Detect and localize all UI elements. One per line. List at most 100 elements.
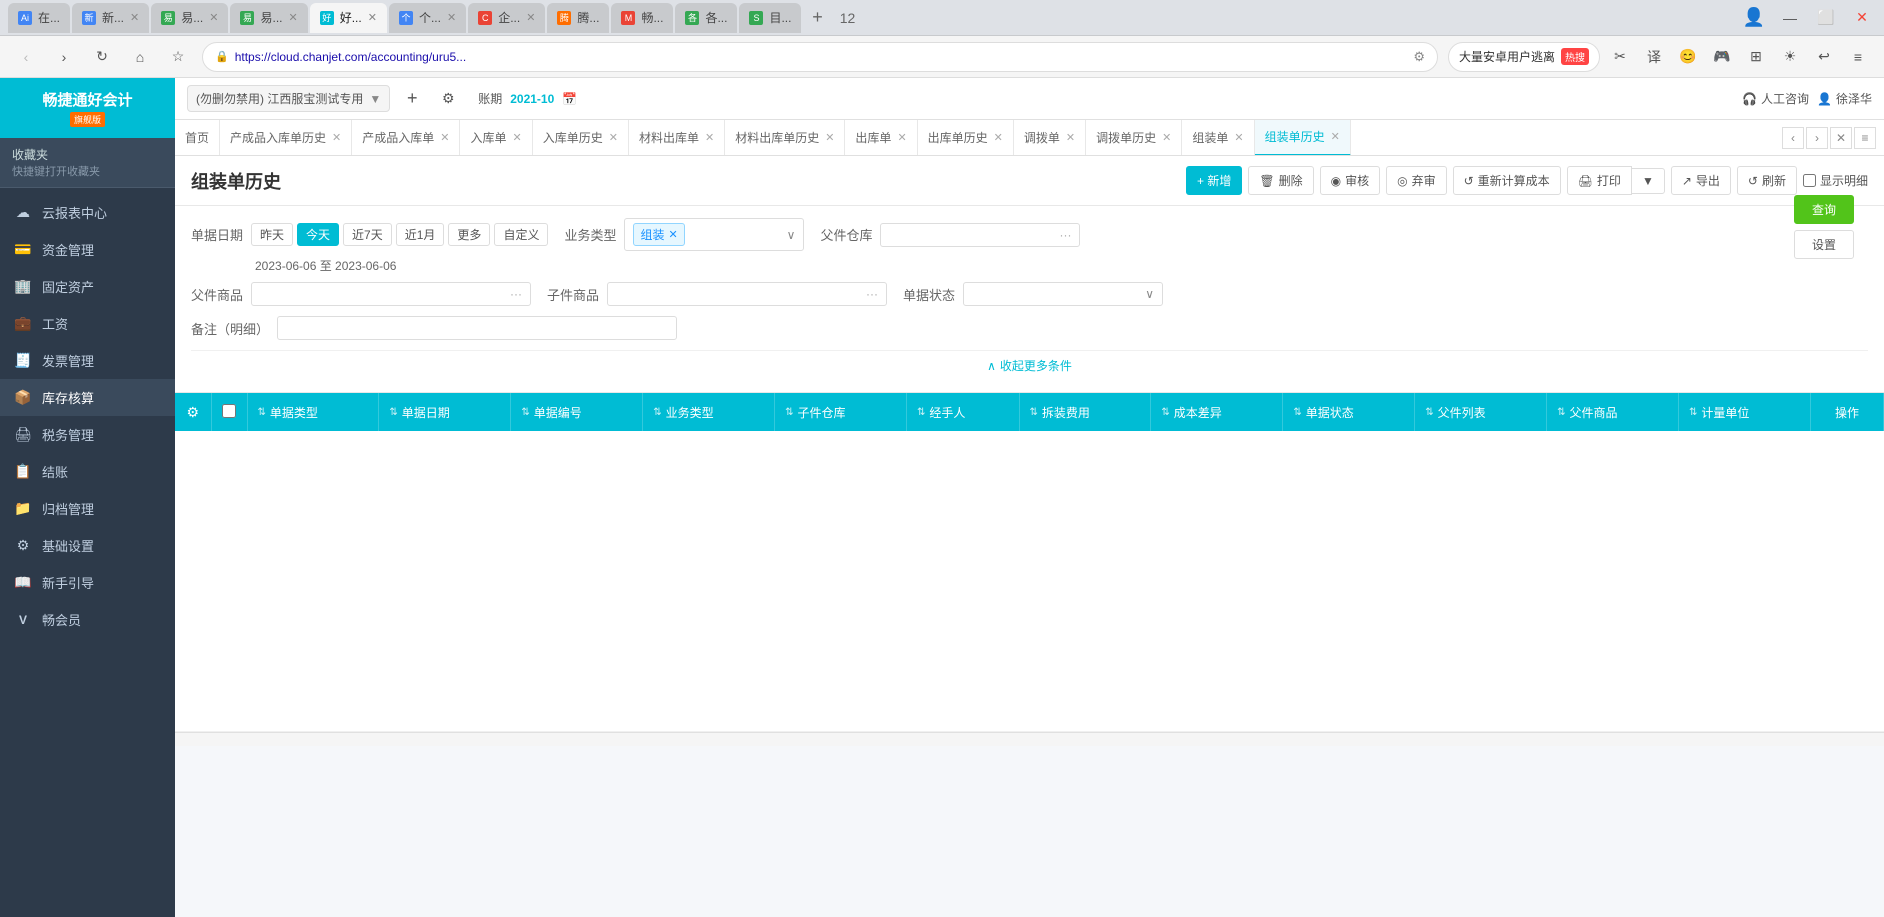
print-dropdown-button[interactable]: ▼: [1631, 168, 1665, 194]
col-cost-diff[interactable]: ⇅ 成本差异: [1151, 393, 1283, 431]
sidebar-favorites[interactable]: 收藏夹 快捷键打开收藏夹: [0, 138, 175, 188]
select-all-checkbox[interactable]: [222, 404, 236, 418]
page-tab-close-12[interactable]: ✕: [1331, 130, 1340, 143]
page-tab-close-3[interactable]: ✕: [513, 131, 522, 144]
company-selector[interactable]: (勿删勿禁用) 江西服宝测试专用 ▼: [187, 85, 390, 112]
tab-close-2[interactable]: ✕: [130, 11, 139, 24]
shortcut-yesterday[interactable]: 昨天: [251, 223, 293, 246]
new-tab-button[interactable]: +: [803, 4, 831, 32]
col-doc-status[interactable]: ⇅ 单据状态: [1283, 393, 1415, 431]
browser-tab-6[interactable]: 个 个... ✕: [389, 3, 466, 33]
add-company-button[interactable]: +: [398, 85, 426, 113]
calendar-icon[interactable]: 📅: [562, 92, 577, 106]
parent-warehouse-select[interactable]: ···: [880, 223, 1080, 247]
parent-goods-select[interactable]: ···: [251, 282, 531, 306]
page-tab-close-5[interactable]: ✕: [705, 131, 714, 144]
child-goods-select[interactable]: ···: [607, 282, 887, 306]
page-tab-close-2[interactable]: ✕: [440, 131, 449, 144]
doc-status-select[interactable]: ∨: [963, 282, 1163, 306]
service-button[interactable]: 🎧 人工咨询: [1742, 90, 1809, 107]
page-tab-close-10[interactable]: ✕: [1162, 131, 1171, 144]
sidebar-item-inventory[interactable]: 📦 库存核算: [0, 379, 175, 416]
page-tab-9[interactable]: 调拨单 ✕: [1014, 120, 1086, 156]
page-tab-close-1[interactable]: ✕: [332, 131, 341, 144]
sidebar-item-member[interactable]: V 畅会员: [0, 601, 175, 638]
tab-scroll-right[interactable]: ›: [1806, 127, 1828, 149]
col-checkbox[interactable]: [211, 393, 247, 431]
recalc-button[interactable]: ↺ 重新计算成本: [1453, 166, 1561, 195]
tab-close-3[interactable]: ✕: [209, 11, 218, 24]
address-dropdown[interactable]: ⚙: [1413, 49, 1425, 65]
approve-button[interactable]: ◉ 审核: [1320, 166, 1381, 195]
export-button[interactable]: ↗ 导出: [1671, 166, 1731, 195]
browser-tab-8[interactable]: 腾 腾...: [547, 3, 609, 33]
shortcut-custom[interactable]: 自定义: [494, 223, 548, 246]
page-tab-1[interactable]: 产成品入库单历史 ✕: [220, 120, 352, 156]
collapse-button[interactable]: ∧ 收起更多条件: [987, 357, 1072, 374]
browser-search[interactable]: 大量安卓用户逃离 热搜: [1448, 42, 1600, 72]
page-tab-6[interactable]: 材料出库单历史 ✕: [725, 120, 845, 156]
shortcut-1month[interactable]: 近1月: [396, 223, 445, 246]
page-tab-close-7[interactable]: ✕: [897, 131, 906, 144]
shortcut-today[interactable]: 今天: [297, 223, 339, 246]
shortcut-7days[interactable]: 近7天: [343, 223, 392, 246]
sun-icon[interactable]: ☀: [1776, 43, 1804, 71]
tab-close-5[interactable]: ✕: [368, 11, 377, 24]
browser-tab-2[interactable]: 新 新... ✕: [72, 3, 149, 33]
col-unit[interactable]: ⇅ 计量单位: [1679, 393, 1811, 431]
close-button[interactable]: ✕: [1848, 4, 1876, 32]
child-goods-more[interactable]: ···: [866, 287, 878, 301]
page-tab-close-9[interactable]: ✕: [1066, 131, 1075, 144]
page-tab-5[interactable]: 材料出库单 ✕: [629, 120, 725, 156]
print-button[interactable]: 🖨 打印: [1567, 166, 1632, 195]
undo-icon[interactable]: ↩: [1810, 43, 1838, 71]
parent-warehouse-more[interactable]: ···: [1059, 228, 1071, 242]
sidebar-item-invoice[interactable]: 🧾 发票管理: [0, 342, 175, 379]
sidebar-item-fixed-assets[interactable]: 🏢 固定资产: [0, 268, 175, 305]
page-tab-3[interactable]: 入库单 ✕: [460, 120, 532, 156]
page-tab-close-8[interactable]: ✕: [994, 131, 1003, 144]
notes-input[interactable]: [277, 316, 677, 340]
delete-button[interactable]: 🗑 删除: [1248, 166, 1313, 195]
browser-tab-1[interactable]: Ai 在...: [8, 3, 70, 33]
game-icon[interactable]: 🎮: [1708, 43, 1736, 71]
emoji-icon[interactable]: 😊: [1674, 43, 1702, 71]
settings-icon[interactable]: ⚙: [434, 85, 462, 113]
menu-icon[interactable]: ≡: [1844, 43, 1872, 71]
tab-close-7[interactable]: ✕: [526, 11, 535, 24]
tab-more[interactable]: ≡: [1854, 127, 1876, 149]
tab-close-4[interactable]: ✕: [289, 11, 298, 24]
browser-tab-3[interactable]: 易 易... ✕: [151, 3, 228, 33]
page-tab-4[interactable]: 入库单历史 ✕: [533, 120, 629, 156]
filter-settings-button[interactable]: 设置: [1794, 230, 1854, 259]
grid-icon[interactable]: ⊞: [1742, 43, 1770, 71]
refresh-button[interactable]: ↺ 刷新: [1737, 166, 1797, 195]
browser-tab-10[interactable]: 各 各...: [675, 3, 737, 33]
browser-tab-9[interactable]: M 畅...: [611, 3, 673, 33]
page-tab-close-4[interactable]: ✕: [609, 131, 618, 144]
sidebar-item-settlement[interactable]: 📋 结账: [0, 453, 175, 490]
col-disassembly-fee[interactable]: ⇅ 拆装费用: [1019, 393, 1151, 431]
forward-button[interactable]: ›: [50, 43, 78, 71]
browser-tab-11[interactable]: S 目...: [739, 3, 801, 33]
scissors-icon[interactable]: ✂: [1606, 43, 1634, 71]
col-doc-date[interactable]: ⇅ 单据日期: [379, 393, 511, 431]
page-tab-10[interactable]: 调拨单历史 ✕: [1086, 120, 1182, 156]
page-tab-close-11[interactable]: ✕: [1234, 131, 1243, 144]
back-button[interactable]: ‹: [12, 43, 40, 71]
col-parent-list[interactable]: ⇅ 父件列表: [1415, 393, 1547, 431]
user-profile[interactable]: 👤 徐泽华: [1817, 90, 1872, 107]
display-detail-checkbox[interactable]: 显示明细: [1803, 172, 1868, 189]
sidebar-item-cloud-report[interactable]: ☁ 云报表中心: [0, 194, 175, 231]
tab-scroll-left[interactable]: ‹: [1782, 127, 1804, 149]
col-parent-goods[interactable]: ⇅ 父件商品: [1547, 393, 1679, 431]
profile-icon[interactable]: 👤: [1740, 4, 1768, 32]
browser-tab-4[interactable]: 易 易... ✕: [230, 3, 307, 33]
page-tab-7[interactable]: 出库单 ✕: [845, 120, 917, 156]
tab-close-6[interactable]: ✕: [447, 11, 456, 24]
col-handler[interactable]: ⇅ 经手人: [907, 393, 1019, 431]
refresh-nav-button[interactable]: ↻: [88, 43, 116, 71]
page-tab-8[interactable]: 出库单历史 ✕: [918, 120, 1014, 156]
home-button[interactable]: ⌂: [126, 43, 154, 71]
col-settings[interactable]: ⚙: [175, 393, 211, 431]
